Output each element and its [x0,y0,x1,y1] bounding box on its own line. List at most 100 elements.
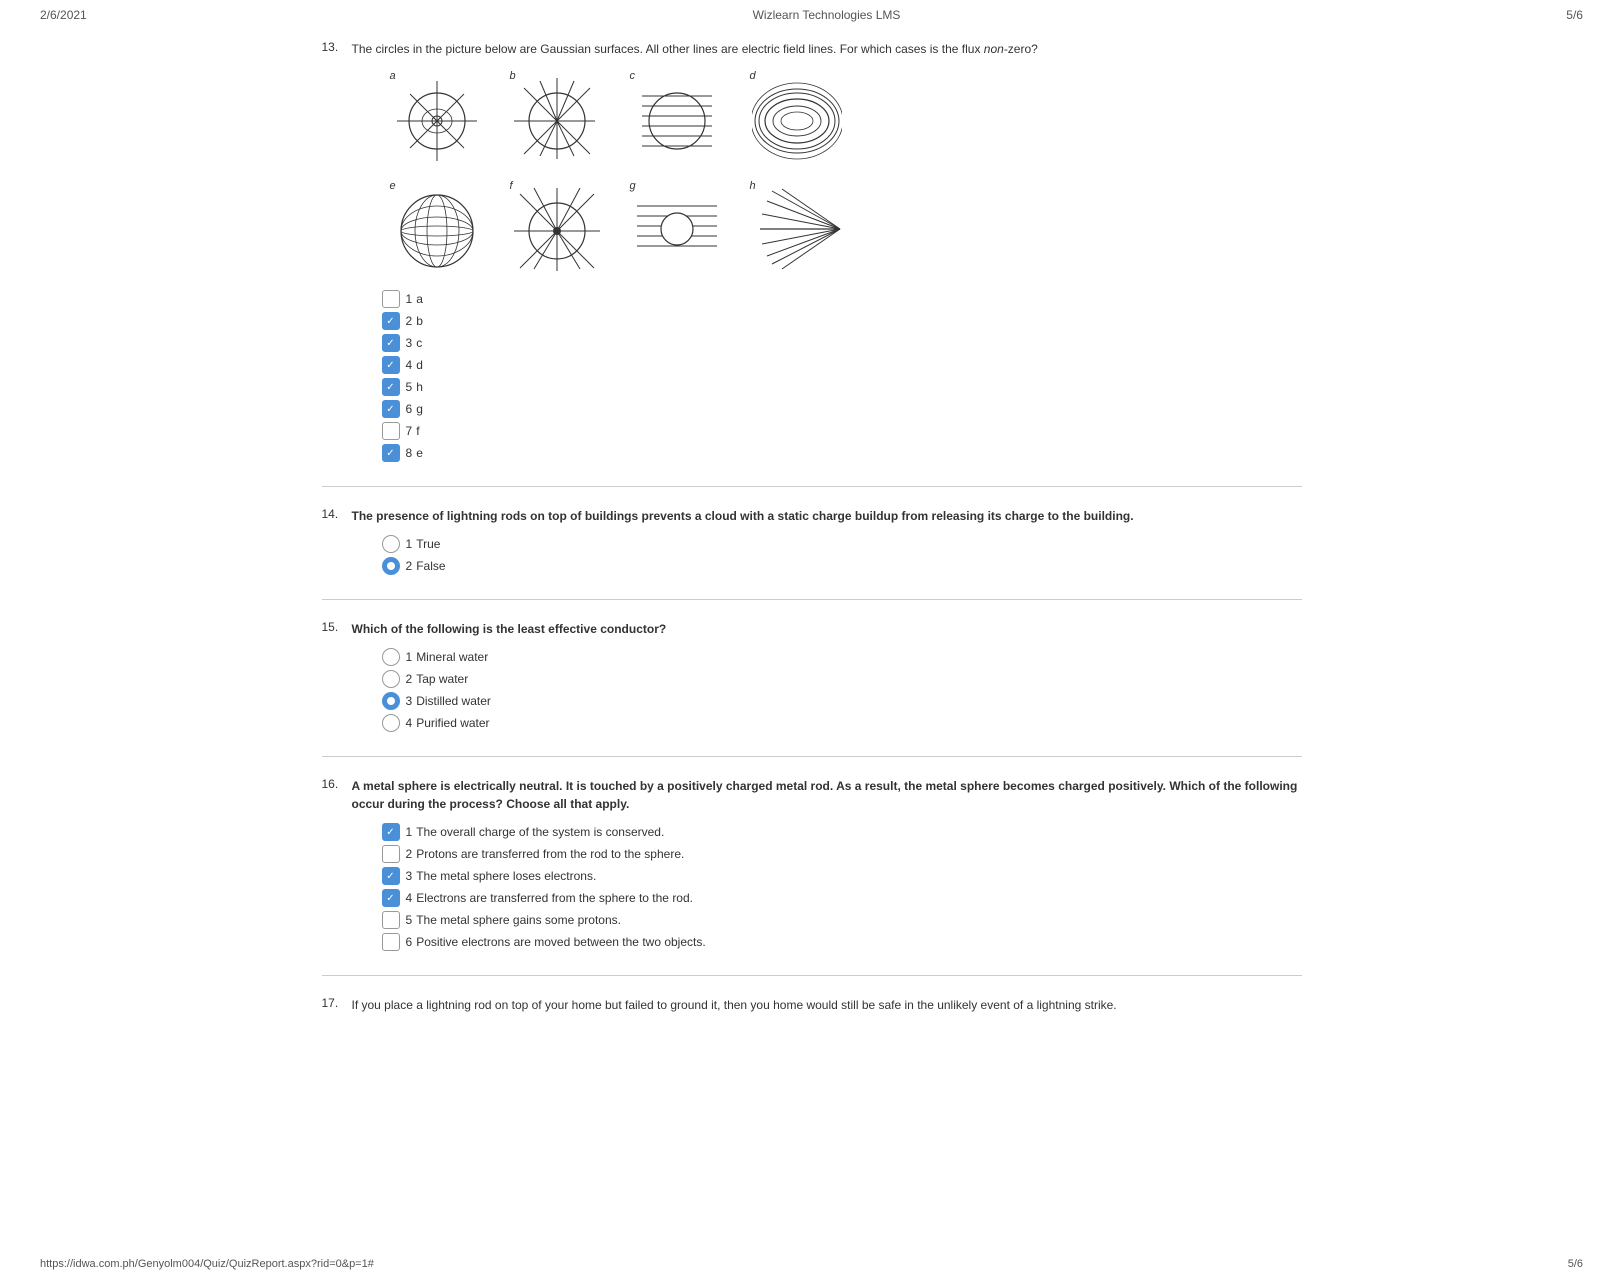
q13-opt5-label: h [416,380,423,394]
gaussian-label-c: c [630,70,636,82]
question-16: 16. A metal sphere is electrically neutr… [322,777,1302,976]
gaussian-label-d: d [750,70,756,82]
q15-opt3-num: 3 [406,694,413,708]
q13-opt7-num: 7 [406,424,413,438]
q15-opt1-num: 1 [406,650,413,664]
gaussian-label-e: e [390,180,396,192]
page-footer: https://idwa.com.ph/Genyolm004/Quiz/Quiz… [0,1258,1623,1270]
site-title: Wizlearn Technologies LMS [753,8,901,22]
q16-opt3-num: 3 [406,869,413,883]
q15-opt4-num: 4 [406,716,413,730]
q16-opt6-label: Positive electrons are moved between the… [416,935,706,949]
q17-number: 17. [322,996,352,1014]
q14-option-1[interactable]: 1 True [382,535,1302,553]
q13-opt3-num: 3 [406,336,413,350]
gaussian-c: c [622,68,732,168]
gaussian-d: d [742,68,852,168]
q14-radio-2[interactable] [382,557,400,575]
q14-opt1-num: 1 [406,537,413,551]
q15-radio-4[interactable] [382,714,400,732]
q16-checkbox-2[interactable] [382,845,400,863]
q16-opt1-label: The overall charge of the system is cons… [416,825,664,839]
q15-opt2-label: Tap water [416,672,468,686]
q14-options: 1 True 2 False [382,535,1302,575]
q15-radio-1[interactable] [382,648,400,666]
q16-option-6[interactable]: 6 Positive electrons are moved between t… [382,933,1302,951]
q13-option-5[interactable]: 5 h [382,378,1302,396]
gaussian-label-f: f [510,180,513,192]
gaussian-label-g: g [630,180,636,192]
q15-radio-2[interactable] [382,670,400,688]
q13-options: 1 a 2 b 3 c 4 d 5 h [382,290,1302,462]
q13-checkbox-7[interactable] [382,422,400,440]
q16-options: 1 The overall charge of the system is co… [382,823,1302,951]
q15-options: 1 Mineral water 2 Tap water 3 Distilled … [382,648,1302,732]
q14-radio-1[interactable] [382,535,400,553]
q13-opt6-num: 6 [406,402,413,416]
gaussian-a: a [382,68,492,168]
gaussian-f: f [502,178,612,278]
q16-option-1[interactable]: 1 The overall charge of the system is co… [382,823,1302,841]
gaussian-label-b: b [510,70,516,82]
q15-option-3[interactable]: 3 Distilled water [382,692,1302,710]
q13-opt5-num: 5 [406,380,413,394]
q13-option-7[interactable]: 7 f [382,422,1302,440]
q13-opt3-label: c [416,336,422,350]
gaussian-h: h [742,178,852,278]
q13-opt2-num: 2 [406,314,413,328]
q16-checkbox-6[interactable] [382,933,400,951]
q13-checkbox-1[interactable] [382,290,400,308]
q13-opt4-num: 4 [406,358,413,372]
q16-opt2-num: 2 [406,847,413,861]
q16-option-3[interactable]: 3 The metal sphere loses electrons. [382,867,1302,885]
q15-option-4[interactable]: 4 Purified water [382,714,1302,732]
q13-checkbox-2[interactable] [382,312,400,330]
q16-option-5[interactable]: 5 The metal sphere gains some protons. [382,911,1302,929]
q15-opt2-num: 2 [406,672,413,686]
q16-checkbox-5[interactable] [382,911,400,929]
footer-page: 5/6 [1568,1258,1583,1270]
q16-option-4[interactable]: 4 Electrons are transferred from the sph… [382,889,1302,907]
q15-option-2[interactable]: 2 Tap water [382,670,1302,688]
q13-opt2-label: b [416,314,423,328]
q13-opt1-label: a [416,292,423,306]
q16-opt5-num: 5 [406,913,413,927]
q14-text: The presence of lightning rods on top of… [352,507,1134,525]
q15-opt3-label: Distilled water [416,694,491,708]
q13-opt6-label: g [416,402,423,416]
q13-option-2[interactable]: 2 b [382,312,1302,330]
q14-opt2-label: False [416,559,445,573]
q13-option-4[interactable]: 4 d [382,356,1302,374]
q15-option-1[interactable]: 1 Mineral water [382,648,1302,666]
gaussian-images: a [382,68,1302,278]
q13-checkbox-3[interactable] [382,334,400,352]
page-num: 5/6 [1566,8,1583,22]
question-13: 13. The circles in the picture below are… [322,40,1302,487]
q16-text: A metal sphere is electrically neutral. … [352,777,1302,813]
q16-opt5-label: The metal sphere gains some protons. [416,913,621,927]
q14-option-2[interactable]: 2 False [382,557,1302,575]
q13-checkbox-8[interactable] [382,444,400,462]
question-15: 15. Which of the following is the least … [322,620,1302,757]
page-date: 2/6/2021 [40,8,87,22]
q13-option-6[interactable]: 6 g [382,400,1302,418]
footer-url: https://idwa.com.ph/Genyolm004/Quiz/Quiz… [40,1258,374,1270]
q15-radio-3[interactable] [382,692,400,710]
q15-number: 15. [322,620,352,638]
gaussian-label-a: a [390,70,396,82]
q13-checkbox-4[interactable] [382,356,400,374]
q17-text: If you place a lightning rod on top of y… [352,996,1117,1014]
q14-number: 14. [322,507,352,525]
q13-checkbox-5[interactable] [382,378,400,396]
q13-opt8-label: e [416,446,423,460]
q13-checkbox-6[interactable] [382,400,400,418]
gaussian-b: b [502,68,612,168]
q13-option-8[interactable]: 8 e [382,444,1302,462]
q16-checkbox-1[interactable] [382,823,400,841]
q13-opt4-label: d [416,358,423,372]
q16-option-2[interactable]: 2 Protons are transferred from the rod t… [382,845,1302,863]
q16-checkbox-3[interactable] [382,867,400,885]
q13-option-1[interactable]: 1 a [382,290,1302,308]
q16-checkbox-4[interactable] [382,889,400,907]
q13-option-3[interactable]: 3 c [382,334,1302,352]
